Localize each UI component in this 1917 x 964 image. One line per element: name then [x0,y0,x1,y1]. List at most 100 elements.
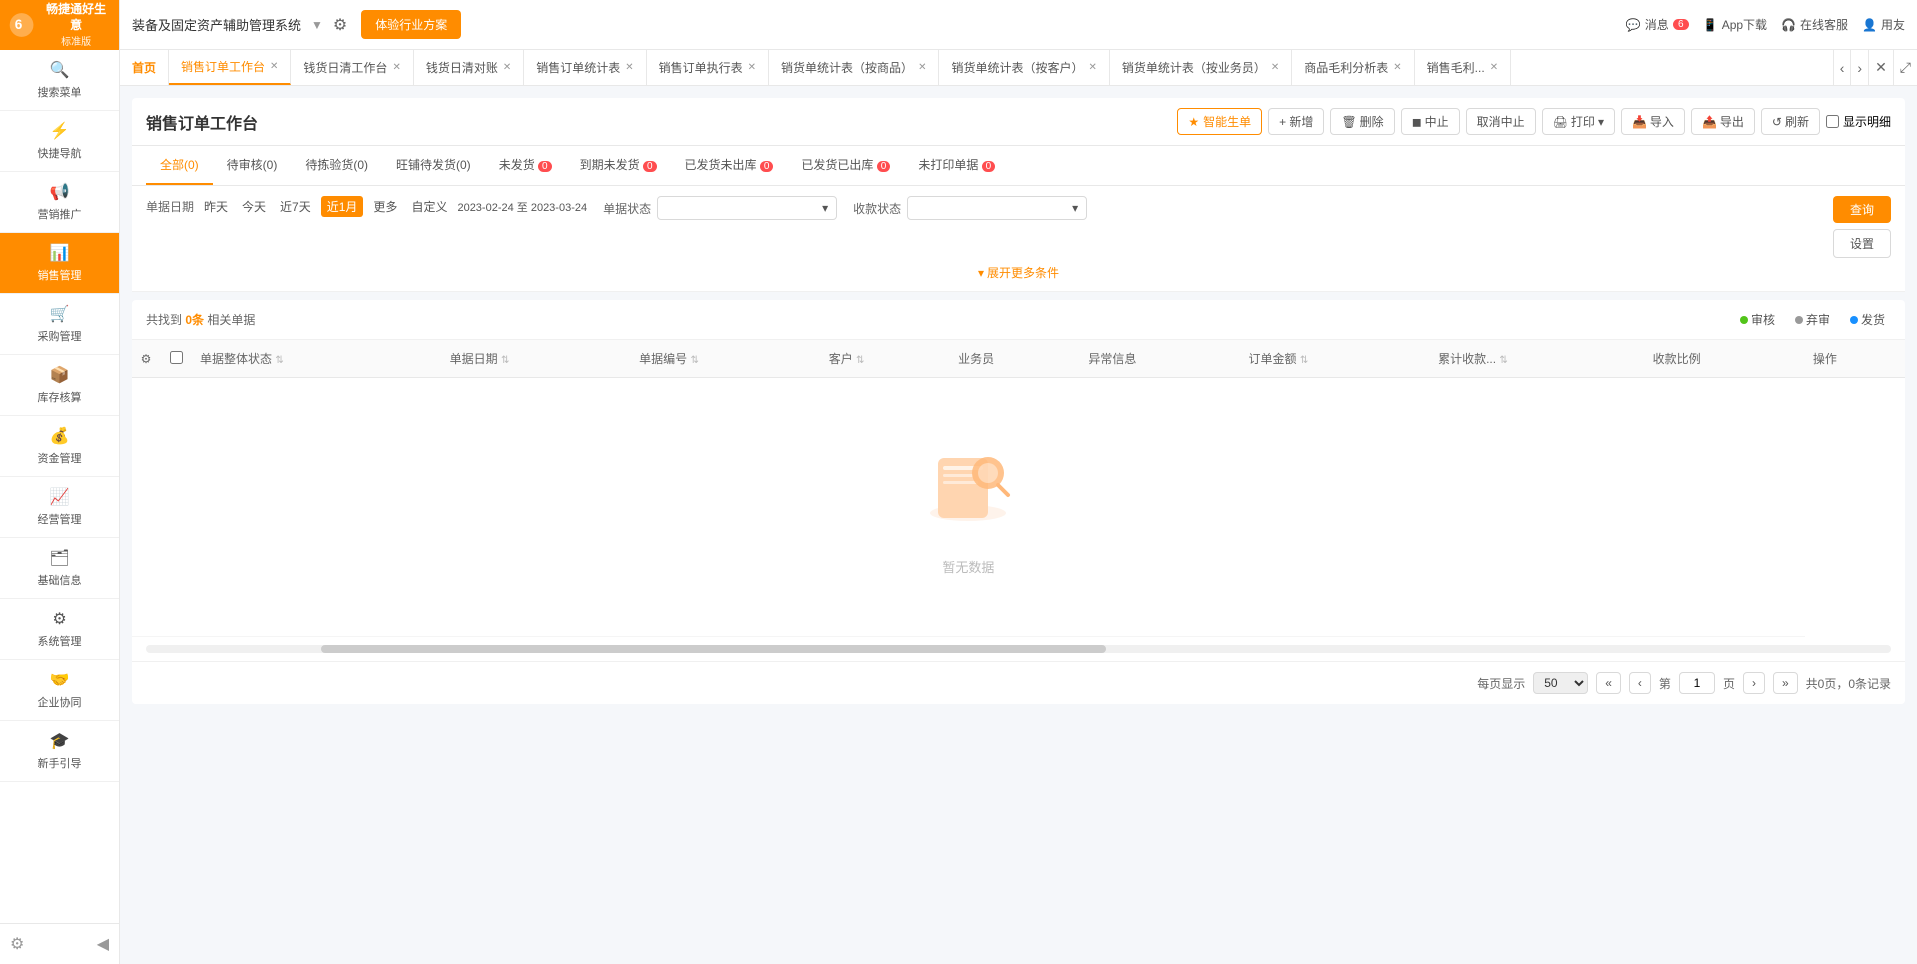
tab-close-icon[interactable]: ✕ [503,62,511,73]
ship-button[interactable]: 发货 [1844,308,1891,331]
tab-close-icon[interactable]: ✕ [748,62,756,73]
cancel-stop-button[interactable]: 取消中止 [1466,108,1536,135]
tab-close-icon[interactable]: ✕ [1271,62,1279,73]
col-number[interactable]: 单据编号 ⇅ [631,340,821,378]
user-button[interactable]: 👤 用友 [1862,16,1905,33]
col-payment-ratio[interactable]: 收款比例 [1645,340,1805,378]
print-button[interactable]: 🖨 打印 ▾ [1542,108,1615,135]
horizontal-scrollbar-thumb[interactable] [321,645,1106,653]
sub-tab-shipped-no-out[interactable]: 已发货未出库 0 [671,146,788,185]
sidebar-item-operations[interactable]: 📈 经营管理 [0,477,119,538]
tab-sales-workbench[interactable]: 销售订单工作台 ✕ [169,50,291,85]
first-page-button[interactable]: « [1596,672,1621,694]
tab-sales-staff[interactable]: 销货单统计表（按业务员） ✕ [1110,50,1292,85]
refresh-button[interactable]: ↺ 刷新 [1761,108,1820,135]
approve-button[interactable]: 审核 [1734,308,1781,331]
sub-tab-pending-check[interactable]: 待拣验货(0) [291,146,382,185]
col-date[interactable]: 单据日期 ⇅ [442,340,632,378]
page-number-input[interactable] [1679,672,1715,694]
date-opt-1month[interactable]: 近1月 [321,196,364,217]
online-service-button[interactable]: 🎧 在线客服 [1781,16,1848,33]
next-page-button[interactable]: › [1743,672,1765,694]
show-detail-input[interactable] [1826,115,1839,128]
sidebar-item-guide[interactable]: 🎓 新手引导 [0,721,119,782]
sidebar-item-purchase[interactable]: 🛒 采购管理 [0,294,119,355]
new-button[interactable]: + 新增 [1268,108,1324,135]
delete-button[interactable]: 🗑 删除 [1330,108,1394,135]
tab-prev-arrow[interactable]: ‹ [1833,50,1851,86]
sidebar-item-quicknav[interactable]: ⚡ 快捷导航 [0,111,119,172]
sidebar-item-inventory[interactable]: 📦 库存核算 [0,355,119,416]
sub-tab-pending-review[interactable]: 待审核(0) [213,146,292,185]
tab-cash-reconcile[interactable]: 钱货日清对账 ✕ [414,50,524,85]
expand-button[interactable]: ▾ 展开更多条件 [978,264,1059,281]
sidebar-item-sales[interactable]: 📊 销售管理 [0,233,119,294]
sub-tab-all[interactable]: 全部(0) [146,146,213,185]
tab-close-icon[interactable]: ✕ [1490,62,1498,73]
status-filter-select[interactable]: ▾ [657,196,837,220]
sub-tab-shipped-out[interactable]: 已发货已出库 0 [787,146,904,185]
col-customer[interactable]: 客户 ⇅ [821,340,950,378]
tab-sales-customer[interactable]: 销货单统计表（按客户） ✕ [939,50,1109,85]
tab-close-icon[interactable]: ✕ [625,62,633,73]
sub-tab-unshipped[interactable]: 未发货 0 [485,146,566,185]
tab-close-icon[interactable]: ✕ [270,61,278,72]
smart-generate-button[interactable]: ★ 智能生单 [1177,108,1262,135]
horizontal-scrollbar-track[interactable] [146,645,1891,653]
payment-filter-select[interactable]: ▾ [907,196,1087,220]
import-button[interactable]: 📥 导入 [1621,108,1685,135]
setting-button[interactable]: 设置 [1833,229,1891,258]
sidebar-item-marketing[interactable]: 📢 营销推广 [0,172,119,233]
sub-tab-overdue-ship[interactable]: 到期未发货 0 [566,146,671,185]
sidebar-item-system[interactable]: ⚙ 系统管理 [0,599,119,660]
date-opt-today[interactable]: 今天 [238,196,270,217]
tab-maximize[interactable]: ⤢ [1893,50,1917,86]
col-staff[interactable]: 业务员 [950,340,1080,378]
tab-close-icon[interactable]: ✕ [392,62,400,73]
tab-close-all[interactable]: ✕ [1868,50,1893,86]
tab-sales-exec[interactable]: 销售订单执行表 ✕ [647,50,769,85]
date-opt-7days[interactable]: 近7天 [276,196,315,217]
col-exception[interactable]: 异常信息 [1080,340,1240,378]
tab-sales-stat[interactable]: 销售订单统计表 ✕ [524,50,646,85]
col-payment-total[interactable]: 累计收款... ⇅ [1430,340,1645,378]
tab-sales-margin[interactable]: 销售毛利... ✕ [1415,50,1511,85]
sidebar-collapse-icon[interactable]: ◀ [97,934,109,954]
date-opt-yesterday[interactable]: 昨天 [200,196,232,217]
system-dropdown-icon[interactable]: ▼ [311,18,323,32]
col-status[interactable]: 单据整体状态 ⇅ [192,340,442,378]
sidebar-settings-icon[interactable]: ⚙ [10,934,24,954]
app-download-button[interactable]: 📱 App下载 [1703,16,1767,33]
show-detail-checkbox[interactable]: 显示明细 [1826,113,1891,130]
sidebar-item-basics[interactable]: 🗂 基础信息 [0,538,119,599]
sidebar-item-search[interactable]: 🔍 搜索菜单 [0,50,119,111]
message-button[interactable]: 💬 消息 6 [1626,16,1689,33]
stop-button[interactable]: ◼ 中止 [1401,108,1460,135]
solution-button[interactable]: 体验行业方案 [361,10,461,39]
col-customer-sort: ⇅ [856,355,864,366]
tab-home[interactable]: 首页 [120,50,169,85]
query-button[interactable]: 查询 [1833,196,1891,223]
date-opt-more[interactable]: 更多 [369,196,401,217]
sub-tab-unprinted[interactable]: 未打印单据 0 [904,146,1009,185]
col-settings[interactable]: ⚙ [132,340,160,378]
prev-page-button[interactable]: ‹ [1629,672,1651,694]
export-button[interactable]: 📤 导出 [1691,108,1755,135]
tab-next-arrow[interactable]: › [1850,50,1868,86]
unapprove-button[interactable]: 弃审 [1789,308,1836,331]
tab-close-icon[interactable]: ✕ [1393,62,1401,73]
per-page-select[interactable]: 10 20 50 100 [1533,672,1588,694]
tab-cash-clear[interactable]: 钱货日清工作台 ✕ [291,50,413,85]
date-opt-custom[interactable]: 自定义 [407,196,451,217]
tab-close-icon[interactable]: ✕ [1088,62,1096,73]
col-amount[interactable]: 订单金额 ⇅ [1241,340,1431,378]
select-all-checkbox[interactable] [170,351,183,364]
sidebar-item-finance[interactable]: 💰 资金管理 [0,416,119,477]
last-page-button[interactable]: » [1773,672,1798,694]
topbar-gear-icon[interactable]: ⚙ [333,15,347,35]
tab-sales-product[interactable]: 销货单统计表（按商品） ✕ [769,50,939,85]
sidebar-item-collab[interactable]: 🤝 企业协同 [0,660,119,721]
tab-close-icon[interactable]: ✕ [918,62,926,73]
tab-margin[interactable]: 商品毛利分析表 ✕ [1292,50,1414,85]
sub-tab-shop-ship[interactable]: 旺铺待发货(0) [382,146,485,185]
